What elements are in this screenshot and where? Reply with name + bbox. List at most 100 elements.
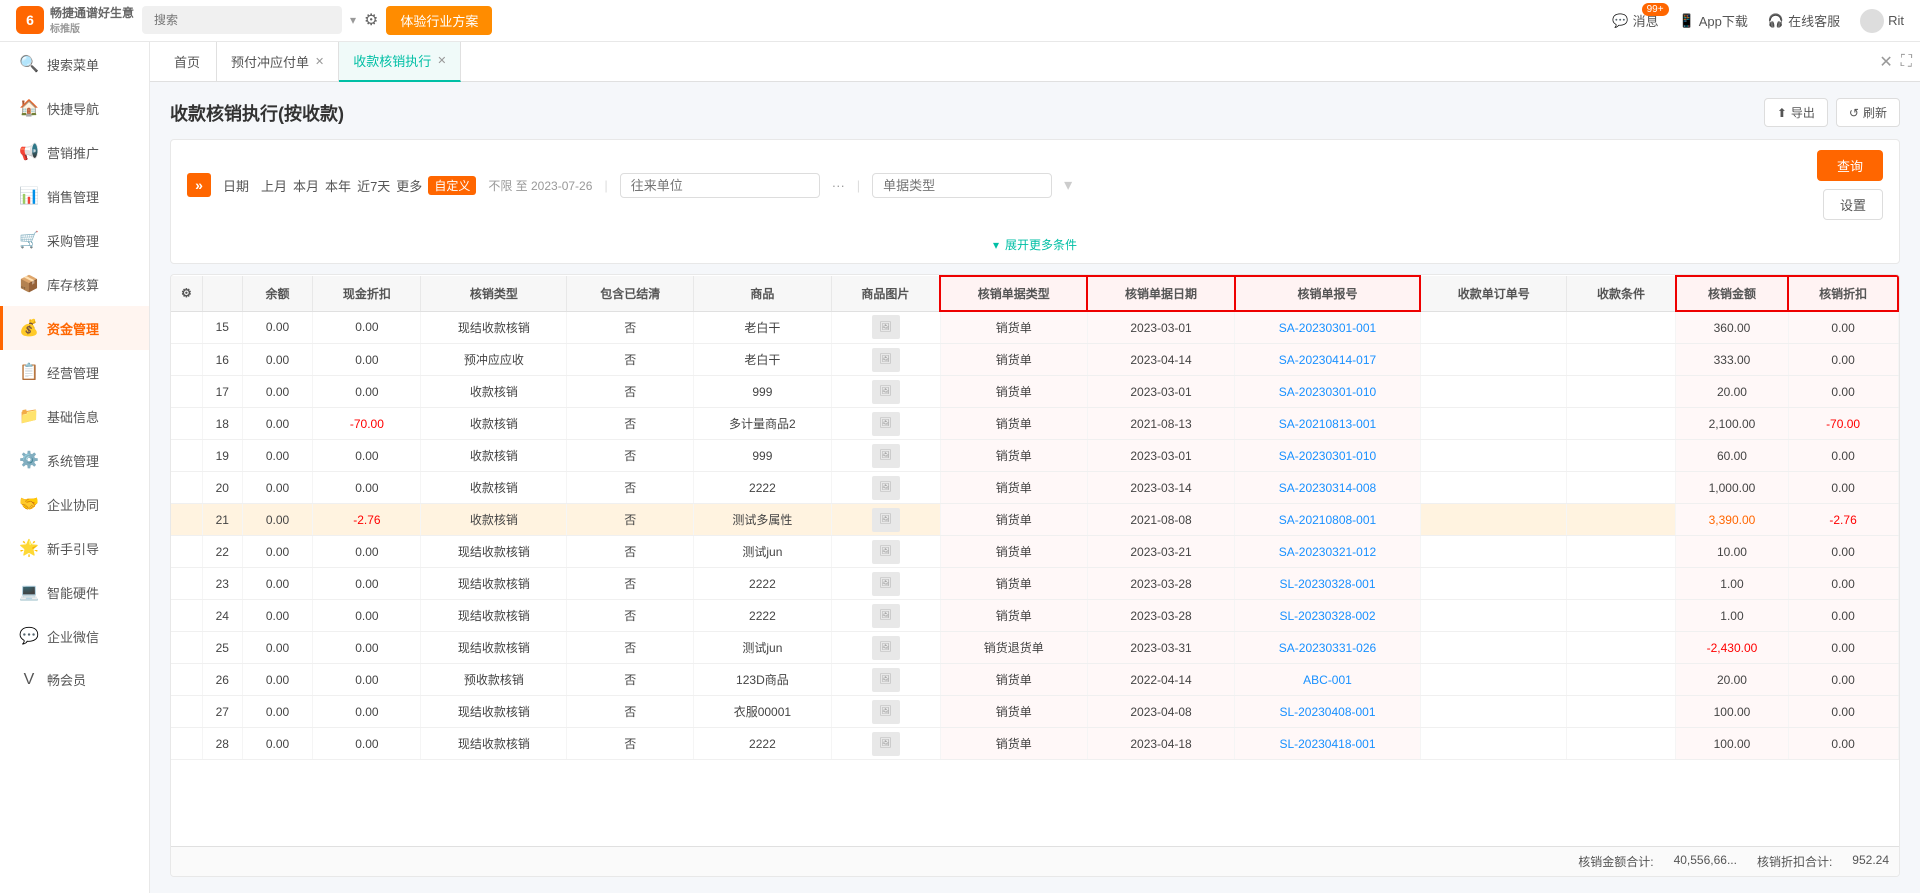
tab-close-active-icon[interactable]: ✕ <box>437 54 446 67</box>
sidebar-item-purchase[interactable]: 🛒 采购管理 <box>0 218 149 262</box>
bill-no-link[interactable]: SA-20210808-001 <box>1279 513 1376 527</box>
table-row[interactable]: 26 0.00 0.00 预收款核销 否 123D商品 🖼 销货单 2022-0… <box>171 664 1898 696</box>
bill-no-link[interactable]: SL-20230328-002 <box>1279 609 1375 623</box>
sidebar-item-quick-nav[interactable]: 🏠 快捷导航 <box>0 86 149 130</box>
date-last-month[interactable]: 上月 <box>261 176 287 195</box>
bill-no-link[interactable]: SA-20230314-008 <box>1279 481 1376 495</box>
bill-no-link[interactable]: ABC-001 <box>1303 673 1352 687</box>
bill-no-link[interactable]: SL-20230418-001 <box>1279 737 1375 751</box>
table-row[interactable]: 22 0.00 0.00 现结收款核销 否 测试jun 🖼 销货单 2023-0… <box>171 536 1898 568</box>
verify-bill-no-cell[interactable]: SA-20230331-026 <box>1235 632 1421 664</box>
sidebar-item-marketing[interactable]: 📢 营销推广 <box>0 130 149 174</box>
table-row[interactable]: 18 0.00 -70.00 收款核销 否 多计量商品2 🖼 销货单 2021-… <box>171 408 1898 440</box>
date-this-month[interactable]: 本月 <box>293 176 319 195</box>
table-row[interactable]: 23 0.00 0.00 现结收款核销 否 2222 🖼 销货单 2023-03… <box>171 568 1898 600</box>
collection-condition-cell <box>1567 728 1676 760</box>
expand-more-btn[interactable]: ▾ 展开更多条件 <box>187 232 1883 253</box>
filter-expand-btn[interactable]: » <box>187 173 211 197</box>
table-scroll-area[interactable]: ⚙ 余额 现金折扣 核销类型 包含已结清 商品 商品图片 核销单据类型 核销单据… <box>171 275 1899 846</box>
app-download-btn[interactable]: 📱 App下载 <box>1679 11 1748 30</box>
notification-btn[interactable]: 💬 消息 99+ <box>1612 11 1658 30</box>
sidebar-item-base-info[interactable]: 📁 基础信息 <box>0 394 149 438</box>
date-this-year[interactable]: 本年 <box>325 176 351 195</box>
table-row[interactable]: 15 0.00 0.00 现结收款核销 否 老白干 🖼 销货单 2023-03-… <box>171 311 1898 344</box>
enterprise-icon: 🤝 <box>19 494 39 514</box>
tab-prepay[interactable]: 预付冲应付单 ✕ <box>217 42 339 82</box>
sidebar-item-guide[interactable]: 🌟 新手引导 <box>0 526 149 570</box>
sidebar-item-wechat[interactable]: 💬 企业微信 <box>0 614 149 658</box>
sidebar-item-operations[interactable]: 📋 经营管理 <box>0 350 149 394</box>
dropdown-arrow-icon[interactable]: ▾ <box>350 13 356 27</box>
balance-cell: 0.00 <box>242 632 313 664</box>
bill-no-link[interactable]: SA-20230321-012 <box>1279 545 1376 559</box>
verify-bill-type-cell: 销货单 <box>940 408 1087 440</box>
verify-bill-no-cell[interactable]: ABC-001 <box>1235 664 1421 696</box>
tab-close-icon[interactable]: ✕ <box>315 55 324 68</box>
goods-cell: 123D商品 <box>694 664 831 696</box>
date-last-7days[interactable]: 近7天 <box>357 176 390 195</box>
verify-bill-no-cell[interactable]: SA-20210808-001 <box>1235 504 1421 536</box>
verify-type-cell: 收款核销 <box>421 376 567 408</box>
table-row[interactable]: 24 0.00 0.00 现结收款核销 否 2222 🖼 销货单 2023-03… <box>171 600 1898 632</box>
query-btn[interactable]: 查询 <box>1817 150 1883 181</box>
verify-bill-no-cell[interactable]: SA-20230301-010 <box>1235 440 1421 472</box>
user-menu[interactable]: Rit <box>1860 9 1904 33</box>
smart-icon: 💻 <box>19 582 39 602</box>
sidebar-item-system[interactable]: ⚙️ 系统管理 <box>0 438 149 482</box>
bill-no-link[interactable]: SL-20230408-001 <box>1279 705 1375 719</box>
verify-bill-no-cell[interactable]: SA-20210813-001 <box>1235 408 1421 440</box>
date-custom[interactable]: 自定义 <box>428 176 476 195</box>
trial-btn[interactable]: 体验行业方案 <box>386 6 492 35</box>
table-row[interactable]: 28 0.00 0.00 现结收款核销 否 2222 🖼 销货单 2023-04… <box>171 728 1898 760</box>
verify-bill-no-cell[interactable]: SA-20230414-017 <box>1235 344 1421 376</box>
table-row[interactable]: 16 0.00 0.00 预冲应应收 否 老白干 🖼 销货单 2023-04-1… <box>171 344 1898 376</box>
export-btn[interactable]: ⬆ 导出 <box>1764 98 1828 127</box>
table-row[interactable]: 17 0.00 0.00 收款核销 否 999 🖼 销货单 2023-03-01… <box>171 376 1898 408</box>
th-settings[interactable]: ⚙ <box>171 276 202 311</box>
table-row[interactable]: 21 0.00 -2.76 收款核销 否 测试多属性 🖼 销货单 2021-08… <box>171 504 1898 536</box>
refresh-btn[interactable]: ↺ 刷新 <box>1836 98 1900 127</box>
table-row[interactable]: 19 0.00 0.00 收款核销 否 999 🖼 销货单 2023-03-01… <box>171 440 1898 472</box>
bill-no-link[interactable]: SA-20230331-026 <box>1279 641 1376 655</box>
verify-bill-no-cell[interactable]: SA-20230321-012 <box>1235 536 1421 568</box>
sidebar-item-member[interactable]: V 畅会员 <box>0 658 149 701</box>
online-service-btn[interactable]: 🎧 在线客服 <box>1768 11 1840 30</box>
type-dropdown-arrow-icon[interactable]: ▾ <box>1064 175 1072 195</box>
table-row[interactable]: 25 0.00 0.00 现结收款核销 否 测试jun 🖼 销货退货单 2023… <box>171 632 1898 664</box>
bill-no-link[interactable]: SA-20230301-010 <box>1279 449 1376 463</box>
verify-discount-cell: 0.00 <box>1788 311 1898 344</box>
bill-type-input[interactable] <box>872 173 1052 198</box>
bill-no-link[interactable]: SL-20230328-001 <box>1279 577 1375 591</box>
maximize-icon[interactable]: ⛶ <box>1901 53 1912 71</box>
bill-no-link[interactable]: SA-20230414-017 <box>1279 353 1376 367</box>
tab-home[interactable]: 首页 <box>158 42 217 82</box>
verify-bill-no-cell[interactable]: SL-20230328-002 <box>1235 600 1421 632</box>
bill-no-link[interactable]: SA-20210813-001 <box>1279 417 1376 431</box>
date-links: 上月 本月 本年 近7天 更多 自定义 <box>261 176 476 195</box>
unit-input[interactable] <box>620 173 820 198</box>
sidebar-item-search-menu[interactable]: 🔍 搜索菜单 <box>0 42 149 86</box>
tab-collection[interactable]: 收款核销执行 ✕ <box>339 42 461 82</box>
verify-bill-no-cell[interactable]: SL-20230328-001 <box>1235 568 1421 600</box>
search-input[interactable] <box>142 6 342 34</box>
close-window-icon[interactable]: ✕ <box>1879 52 1892 72</box>
verify-bill-no-cell[interactable]: SA-20230301-001 <box>1235 311 1421 344</box>
verify-bill-no-cell[interactable]: SL-20230408-001 <box>1235 696 1421 728</box>
filter-settings-btn[interactable]: 设置 <box>1823 189 1883 220</box>
num-cell: 27 <box>202 696 242 728</box>
table-row[interactable]: 20 0.00 0.00 收款核销 否 2222 🖼 销货单 2023-03-1… <box>171 472 1898 504</box>
sidebar-item-sales[interactable]: 📊 销售管理 <box>0 174 149 218</box>
date-more[interactable]: 更多 <box>396 176 422 195</box>
verify-bill-no-cell[interactable]: SL-20230418-001 <box>1235 728 1421 760</box>
sidebar-item-smart-hw[interactable]: 💻 智能硬件 <box>0 570 149 614</box>
sidebar-item-finance[interactable]: 💰 资金管理 <box>0 306 149 350</box>
verify-discount-cell: 0.00 <box>1788 600 1898 632</box>
sidebar-item-enterprise[interactable]: 🤝 企业协同 <box>0 482 149 526</box>
verify-bill-no-cell[interactable]: SA-20230314-008 <box>1235 472 1421 504</box>
bill-no-link[interactable]: SA-20230301-010 <box>1279 385 1376 399</box>
verify-bill-no-cell[interactable]: SA-20230301-010 <box>1235 376 1421 408</box>
bill-no-link[interactable]: SA-20230301-001 <box>1279 321 1376 335</box>
table-row[interactable]: 27 0.00 0.00 现结收款核销 否 衣服00001 🖼 销货单 2023… <box>171 696 1898 728</box>
sidebar-item-inventory[interactable]: 📦 库存核算 <box>0 262 149 306</box>
gear-icon[interactable]: ⚙ <box>364 10 378 30</box>
